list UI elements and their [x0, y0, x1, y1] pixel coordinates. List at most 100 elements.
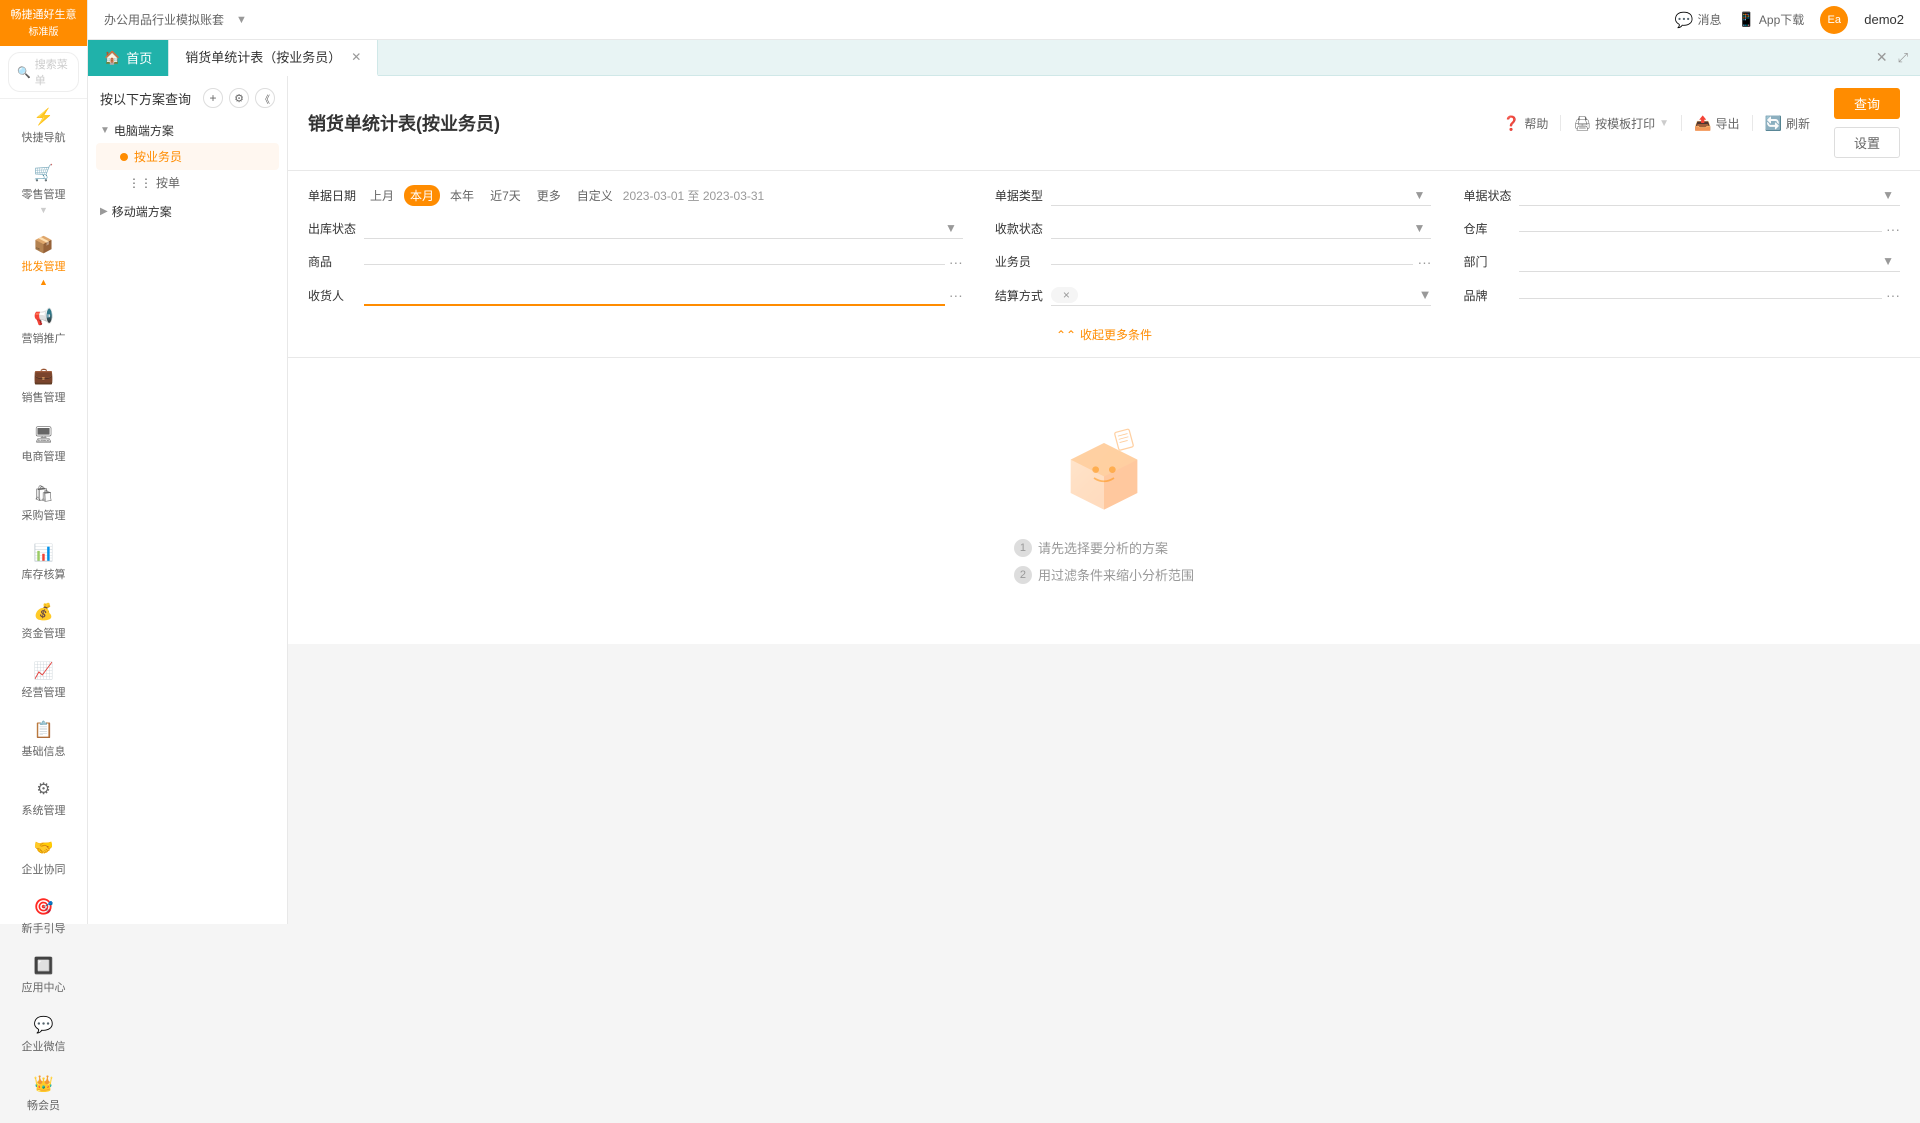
export-icon: 📤	[1694, 115, 1711, 132]
dept-select[interactable]: ▼	[1519, 251, 1900, 272]
goods-input-area[interactable]	[364, 258, 945, 265]
consignee-label: 收货人	[308, 287, 356, 304]
sidebar-item-quicknav[interactable]: ⚡ 快捷导航	[0, 99, 87, 153]
appstore-label: 应用中心	[22, 979, 66, 995]
query-button[interactable]: 查询	[1834, 88, 1900, 119]
sidebar-item-finance[interactable]: 💰 资金管理	[0, 592, 87, 651]
warehouse-input-area[interactable]	[1519, 225, 1882, 232]
guide-label: 新手引导	[22, 920, 66, 936]
scheme-item-by-staff[interactable]: 按业务员	[96, 143, 279, 170]
help-button[interactable]: ❓ 帮助	[1503, 115, 1548, 132]
sidebar-item-marketing[interactable]: 📢 营销推广	[0, 297, 87, 356]
wholesale-icon: 📦	[34, 235, 54, 255]
group-desktop-label: 电脑端方案	[114, 122, 174, 139]
sidebar-item-retail[interactable]: 🛒 零售管理 ▼	[0, 153, 87, 225]
logo-text: 畅捷通好生意	[11, 8, 77, 23]
collapse-filter-button[interactable]: ⌃⌃ 收起更多条件	[308, 318, 1900, 343]
out-status-select[interactable]: ▼	[364, 218, 963, 239]
date-tabs: 上月 本月 本年 近7天 更多 自定义	[364, 185, 619, 206]
sidebar-search[interactable]: 🔍 搜索菜单	[0, 46, 87, 99]
warehouse-dots[interactable]: ···	[1886, 221, 1900, 237]
wechat-label: 企业微信	[22, 1038, 66, 1054]
username-label[interactable]: demo2	[1864, 12, 1904, 27]
help-label: 帮助	[1524, 115, 1548, 132]
app-logo: 畅捷通好生意 标准版	[0, 0, 87, 46]
sidebar-item-ecommerce[interactable]: 🖥 电商管理	[0, 415, 87, 474]
page-title: 销货单统计表(按业务员)	[308, 110, 500, 136]
sidebar-item-sales[interactable]: 💼 销售管理	[0, 356, 87, 415]
settle-select[interactable]: × ▼	[1051, 285, 1432, 306]
date-tab-more[interactable]: 更多	[531, 185, 567, 206]
msg-button[interactable]: 💬 消息	[1675, 11, 1722, 29]
date-range-text: 2023-03-01 至 2023-03-31	[623, 187, 764, 204]
breadcrumb-arrow-icon[interactable]: ▼	[236, 14, 247, 26]
filter-recv-status: 收款状态 ▼	[995, 218, 1432, 239]
brand-dots[interactable]: ···	[1886, 287, 1900, 303]
tab-sales-stat[interactable]: 销货单统计表（按业务员） ✕	[169, 40, 378, 76]
sub-order-icon: ⋮⋮	[128, 176, 152, 190]
export-button[interactable]: 📤 导出	[1694, 115, 1739, 132]
purchase-label: 采购管理	[22, 507, 66, 523]
app-download-button[interactable]: 📱 App下载	[1737, 11, 1804, 28]
date-tab-thismonth[interactable]: 本月	[404, 185, 440, 206]
collapse-up-icon: ⌃⌃	[1056, 328, 1076, 342]
sidebar-item-inventory[interactable]: 📊 库存核算	[0, 533, 87, 592]
tab-close-icon[interactable]: ✕	[351, 50, 361, 64]
print-arrow-icon: ▼	[1659, 118, 1669, 129]
finance-icon: 💰	[34, 602, 54, 622]
print-button[interactable]: 🖨 按模板打印 ▼	[1573, 115, 1669, 132]
wholesale-label: 批发管理	[22, 258, 66, 274]
main-area: 办公用品行业模拟账套 ▼ 💬 消息 📱 App下载 Ea demo2 🏠 首页 …	[88, 0, 1920, 924]
add-scheme-button[interactable]: +	[203, 88, 223, 108]
print-label: 按模板打印	[1595, 115, 1655, 132]
refresh-button[interactable]: 🔄 刷新	[1765, 115, 1810, 132]
sidebar-item-purchase[interactable]: 🛍 采购管理	[0, 474, 87, 533]
right-panel: 销货单统计表(按业务员) ❓ 帮助 🖨 按模板打印 ▼ 📤	[288, 76, 1920, 924]
date-tab-thisyear[interactable]: 本年	[444, 185, 480, 206]
goods-dots[interactable]: ···	[949, 254, 963, 270]
sidebar-item-operation[interactable]: 📈 经营管理	[0, 651, 87, 710]
active-dot	[120, 153, 128, 161]
consignee-input[interactable]	[364, 284, 945, 306]
sidebar-item-system[interactable]: ⚙ 系统管理	[0, 769, 87, 828]
corp-icon: 🤝	[34, 838, 54, 858]
sidebar-item-guide[interactable]: 🎯 新手引导	[0, 887, 87, 946]
sidebar-item-corp[interactable]: 🤝 企业协同	[0, 828, 87, 887]
doc-status-select[interactable]: ▼	[1519, 185, 1900, 206]
scheme-group-desktop-toggle[interactable]: ▼ 电脑端方案	[96, 118, 279, 143]
maximize-icon[interactable]: ⤢	[1898, 50, 1908, 66]
avatar[interactable]: Ea	[1820, 6, 1848, 34]
close-window-icon[interactable]: ✕	[1876, 49, 1888, 66]
sidebar-item-wechat[interactable]: 💬 企业微信	[0, 1005, 87, 1064]
tab-home[interactable]: 🏠 首页	[88, 40, 169, 76]
settings-scheme-button[interactable]: ⚙	[229, 88, 249, 108]
date-tab-lastmonth[interactable]: 上月	[364, 185, 400, 206]
topbar-right: 💬 消息 📱 App下载 Ea demo2	[1675, 6, 1904, 34]
basic-icon: 📋	[34, 720, 54, 740]
staff-dots[interactable]: ···	[1417, 254, 1431, 270]
recv-status-select[interactable]: ▼	[1051, 218, 1432, 239]
setting-button[interactable]: 设置	[1834, 127, 1900, 158]
window-controls: ✕ ⤢	[1864, 49, 1920, 66]
consignee-dots[interactable]: ···	[949, 287, 963, 303]
filter-row-1: 单据日期 上月 本月 本年 近7天 更多 自定义 2023-03-01 至 20…	[308, 185, 1900, 206]
app-label: App下载	[1759, 11, 1804, 28]
settle-tag-close-icon[interactable]: ×	[1063, 288, 1070, 302]
scheme-group-mobile-toggle[interactable]: ▶ 移动端方案	[96, 199, 279, 224]
brand-input-area[interactable]	[1519, 292, 1882, 299]
date-tabs-group: 上月 本月 本年 近7天 更多 自定义 2023-03-01 至 2023-03…	[364, 185, 963, 206]
tip2-num: 2	[1014, 566, 1032, 584]
recv-status-arrow-icon: ▼	[1414, 221, 1426, 235]
sidebar-item-wholesale[interactable]: 📦 批发管理 ▲	[0, 225, 87, 297]
staff-input-area[interactable]	[1051, 258, 1414, 265]
date-tab-7days[interactable]: 近7天	[484, 185, 527, 206]
refresh-icon: 🔄	[1765, 115, 1782, 132]
doc-type-select[interactable]: ▼	[1051, 185, 1432, 206]
sidebar-item-appstore[interactable]: 🔲 应用中心	[0, 946, 87, 1005]
date-tab-custom[interactable]: 自定义	[571, 185, 619, 206]
page-actions: ❓ 帮助 🖨 按模板打印 ▼ 📤 导出	[1503, 88, 1900, 158]
collapse-panel-button[interactable]: 《	[255, 88, 275, 108]
sidebar-item-member[interactable]: 👑 畅会员	[0, 1064, 87, 1123]
sidebar-item-basic[interactable]: 📋 基础信息	[0, 710, 87, 769]
scheme-sub-by-order[interactable]: ⋮⋮ 按单	[96, 170, 279, 195]
